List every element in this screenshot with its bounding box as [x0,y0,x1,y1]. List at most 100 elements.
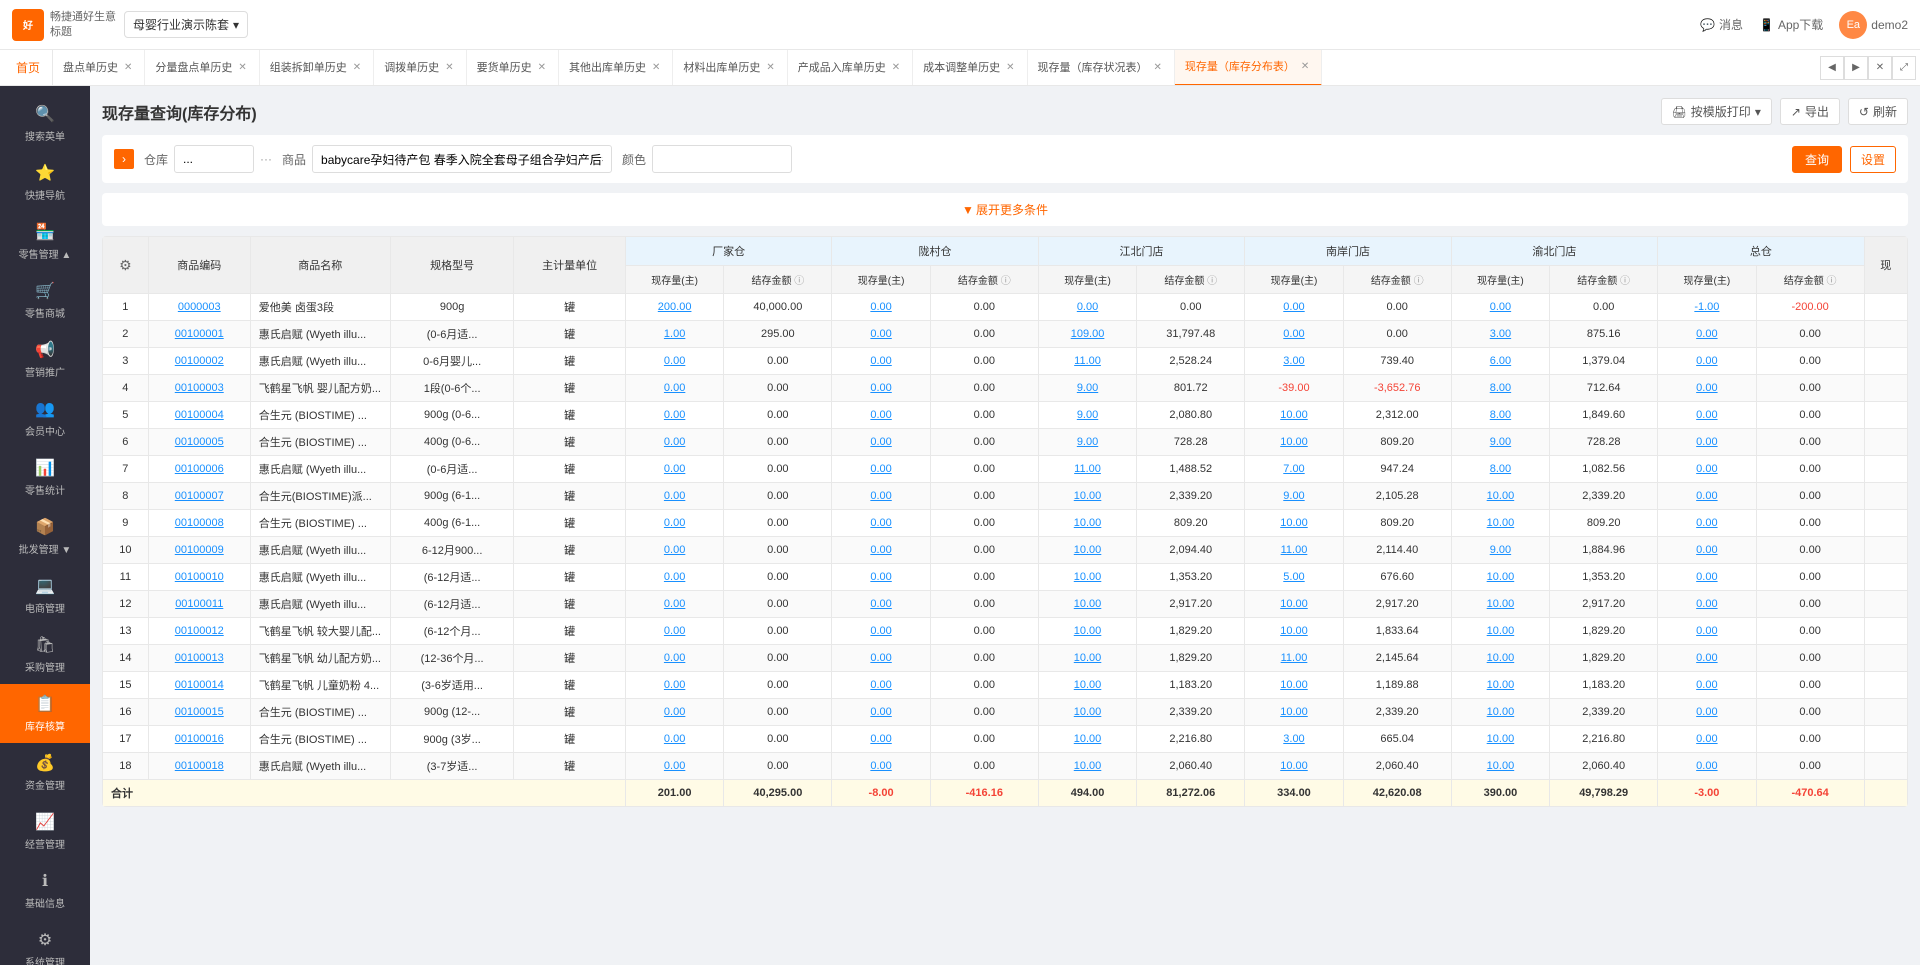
cell-l-qty[interactable]: 0.00 [832,483,931,510]
cell-yb-qty[interactable]: 8.00 [1451,375,1550,402]
cell-nb-qty[interactable]: 10.00 [1245,429,1344,456]
cell-yb-qty[interactable]: 10.00 [1451,483,1550,510]
cell-nb-qty[interactable]: 0.00 [1245,321,1344,348]
cell-jb-qty[interactable]: 109.00 [1038,321,1137,348]
cell-total-qty[interactable]: 0.00 [1658,672,1757,699]
tab-close-6[interactable]: ✕ [650,50,662,86]
sidebar-item-purchase[interactable]: 🛍 采购管理 [0,625,90,684]
tab-item-11-active[interactable]: 现存量（库存分布表） ✕ [1175,50,1322,86]
tab-item-5[interactable]: 要货单历史 ✕ [467,50,559,86]
sidebar-item-search[interactable]: 🔍 搜索英单 [0,94,90,153]
tab-item-1[interactable]: 盘点单历史 ✕ [53,50,145,86]
cell-f-qty[interactable]: 0.00 [625,564,724,591]
cell-l-qty[interactable]: 0.00 [832,537,931,564]
cell-code[interactable]: 00100002 [148,348,250,375]
warehouse-input[interactable] [174,145,254,173]
tab-close-3[interactable]: ✕ [351,50,363,86]
th-gear[interactable]: ⚙ [103,237,149,294]
cell-nb-qty[interactable]: 3.00 [1245,348,1344,375]
cell-code[interactable]: 00100007 [148,483,250,510]
cell-total-qty[interactable]: 0.00 [1658,564,1757,591]
cell-nb-qty[interactable]: 11.00 [1245,645,1344,672]
cell-yb-qty[interactable]: 3.00 [1451,321,1550,348]
cell-nb-qty[interactable]: 0.00 [1245,294,1344,321]
cell-yb-qty[interactable]: 10.00 [1451,753,1550,780]
cell-yb-qty[interactable]: 6.00 [1451,348,1550,375]
cell-f-qty[interactable]: 1.00 [625,321,724,348]
cell-l-qty[interactable]: 0.00 [832,429,931,456]
cell-yb-qty[interactable]: 9.00 [1451,537,1550,564]
cell-l-qty[interactable]: 0.00 [832,672,931,699]
tab-item-3[interactable]: 组装拆卸单历史 ✕ [260,50,374,86]
cell-code[interactable]: 00100004 [148,402,250,429]
sidebar-item-operation[interactable]: 📈 经营管理 [0,802,90,861]
tab-item-4[interactable]: 调拨单历史 ✕ [374,50,466,86]
cell-f-qty[interactable]: 0.00 [625,726,724,753]
cell-jb-qty[interactable]: 9.00 [1038,429,1137,456]
cell-yb-qty[interactable]: 10.00 [1451,699,1550,726]
cell-l-qty[interactable]: 0.00 [832,618,931,645]
cell-total-qty[interactable]: 0.00 [1658,726,1757,753]
cell-nb-qty[interactable]: 10.00 [1245,402,1344,429]
tab-item-7[interactable]: 材料出库单历史 ✕ [673,50,787,86]
cell-total-qty[interactable]: 0.00 [1658,402,1757,429]
cell-f-qty[interactable]: 0.00 [625,645,724,672]
cell-code[interactable]: 00100006 [148,456,250,483]
query-btn[interactable]: 查询 [1792,146,1842,173]
cell-f-qty[interactable]: 0.00 [625,591,724,618]
tab-item-9[interactable]: 成本调整单历史 ✕ [913,50,1027,86]
sidebar-item-finance[interactable]: 💰 资金管理 [0,743,90,802]
tab-home[interactable]: 首页 [4,50,53,86]
cell-jb-qty[interactable]: 10.00 [1038,645,1137,672]
tab-close-all-btn[interactable]: ✕ [1868,56,1892,80]
cell-nb-qty[interactable]: 7.00 [1245,456,1344,483]
cell-nb-qty[interactable]: 5.00 [1245,564,1344,591]
cell-code[interactable]: 00100005 [148,429,250,456]
cell-f-qty[interactable]: 0.00 [625,699,724,726]
cell-yb-qty[interactable]: 10.00 [1451,591,1550,618]
tab-item-2[interactable]: 分量盘点单历史 ✕ [145,50,259,86]
tab-close-4[interactable]: ✕ [443,50,455,86]
cell-l-qty[interactable]: 0.00 [832,402,931,429]
cell-f-qty[interactable]: 0.00 [625,429,724,456]
cell-jb-qty[interactable]: 10.00 [1038,510,1137,537]
cell-jb-qty[interactable]: 10.00 [1038,618,1137,645]
cell-l-qty[interactable]: 0.00 [832,564,931,591]
cell-code[interactable]: 00100010 [148,564,250,591]
cell-f-qty[interactable]: 0.00 [625,618,724,645]
cell-yb-qty[interactable]: 9.00 [1451,429,1550,456]
cell-nb-qty[interactable]: -39.00 [1245,375,1344,402]
tab-close-8[interactable]: ✕ [890,50,902,86]
tab-expand-btn[interactable]: ⤢ [1892,56,1916,80]
cell-jb-qty[interactable]: 9.00 [1038,375,1137,402]
cell-total-qty[interactable]: 0.00 [1658,618,1757,645]
cell-l-qty[interactable]: 0.00 [832,375,931,402]
sidebar-item-retail-stats[interactable]: 📊 零售统计 [0,448,90,507]
cell-nb-qty[interactable]: 10.00 [1245,618,1344,645]
cell-jb-qty[interactable]: 0.00 [1038,294,1137,321]
cell-nb-qty[interactable]: 9.00 [1245,483,1344,510]
cell-l-qty[interactable]: 0.00 [832,591,931,618]
cell-yb-qty[interactable]: 10.00 [1451,645,1550,672]
cell-code[interactable]: 0000003 [148,294,250,321]
cell-code[interactable]: 00100018 [148,753,250,780]
cell-total-qty[interactable]: 0.00 [1658,429,1757,456]
cell-f-qty[interactable]: 0.00 [625,753,724,780]
tab-close-10[interactable]: ✕ [1152,50,1164,86]
cell-jb-qty[interactable]: 10.00 [1038,537,1137,564]
cell-yb-qty[interactable]: 8.00 [1451,402,1550,429]
cell-jb-qty[interactable]: 11.00 [1038,348,1137,375]
sidebar-item-marketing[interactable]: 📢 营销推广 [0,330,90,389]
color-input[interactable] [652,145,792,173]
cell-jb-qty[interactable]: 10.00 [1038,699,1137,726]
cell-nb-qty[interactable]: 10.00 [1245,591,1344,618]
cell-code[interactable]: 00100015 [148,699,250,726]
cell-yb-qty[interactable]: 10.00 [1451,618,1550,645]
tab-next-btn[interactable]: ▶ [1844,56,1868,80]
cell-code[interactable]: 00100001 [148,321,250,348]
cell-f-qty[interactable]: 0.00 [625,510,724,537]
settings-btn[interactable]: 设置 [1850,146,1896,173]
cell-l-qty[interactable]: 0.00 [832,510,931,537]
cell-nb-qty[interactable]: 11.00 [1245,537,1344,564]
cell-total-qty[interactable]: 0.00 [1658,348,1757,375]
